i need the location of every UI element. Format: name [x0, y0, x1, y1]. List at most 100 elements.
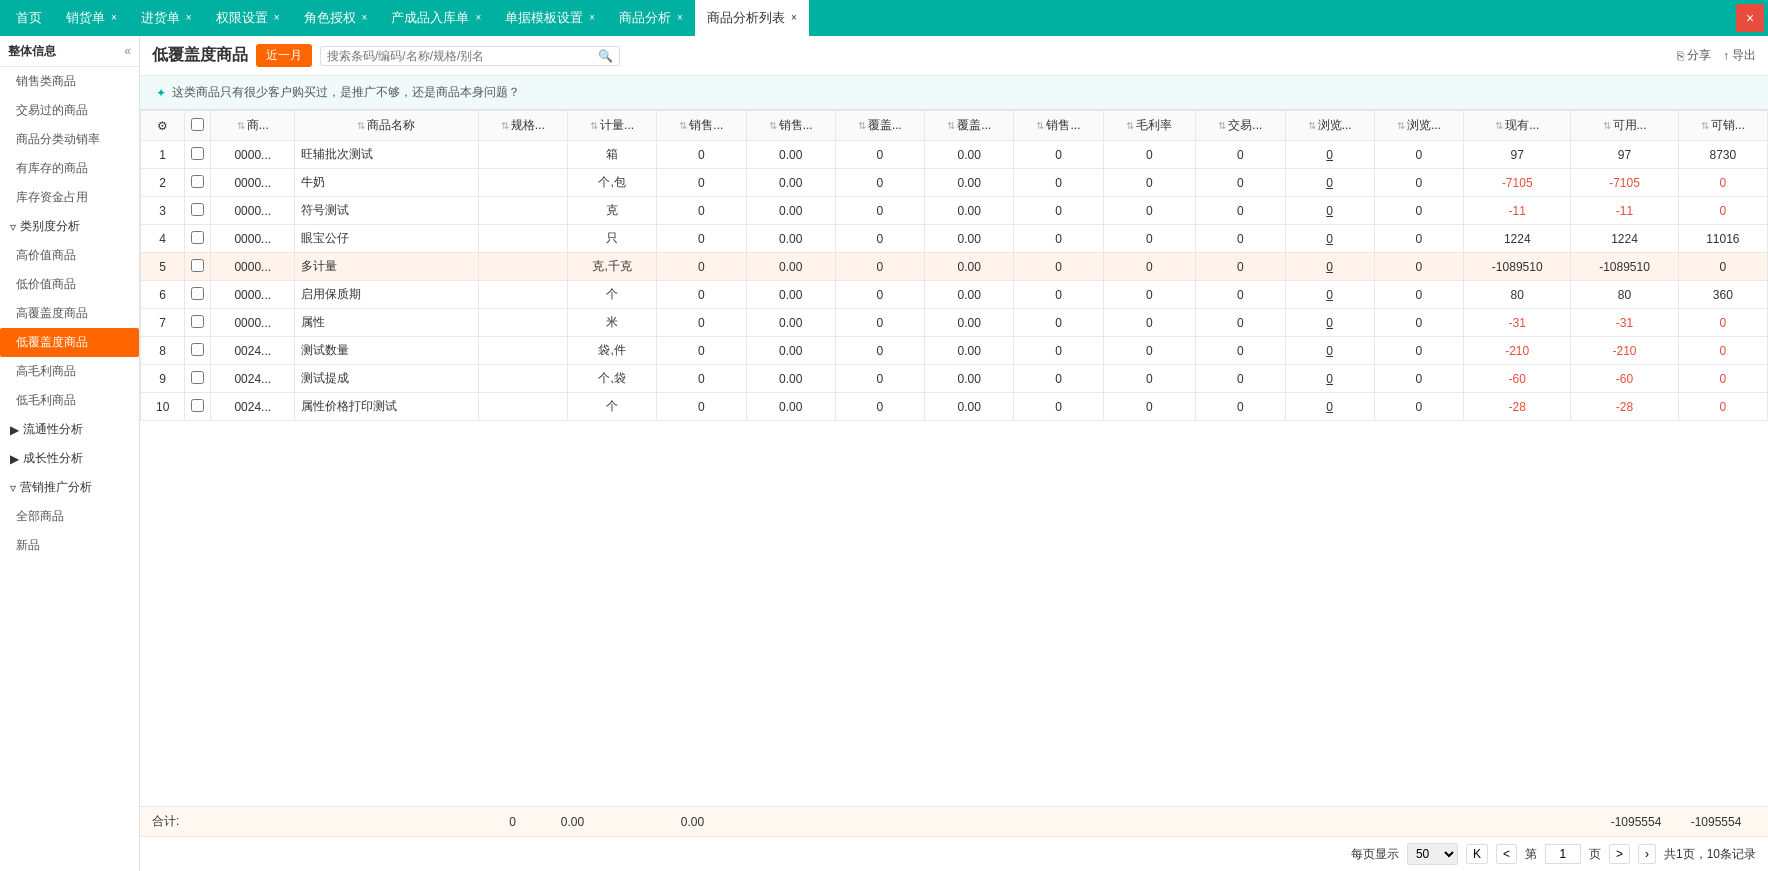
nav-tab-home[interactable]: 首页 — [4, 0, 54, 36]
search-icon[interactable]: 🔍 — [598, 49, 613, 63]
export-button[interactable]: ↑ 导出 — [1723, 47, 1756, 64]
col-name[interactable]: ⇅商品名称 — [295, 111, 479, 141]
col-code[interactable]: ⇅商... — [211, 111, 295, 141]
cell-checkbox[interactable] — [185, 225, 211, 253]
sidebar-section-title: 整体信息 — [8, 43, 56, 60]
sidebar-item-low-value[interactable]: 低价值商品 — [0, 270, 139, 299]
cell-browse1[interactable]: 0 — [1285, 393, 1374, 421]
cell-checkbox[interactable] — [185, 309, 211, 337]
cell-checkbox[interactable] — [185, 141, 211, 169]
sidebar-section-abc[interactable]: ▿ 类别度分析 — [0, 212, 139, 241]
nav-tab-role[interactable]: 角色授权 × — [292, 0, 380, 36]
next-page-button[interactable]: > — [1609, 844, 1630, 864]
cell-browse1[interactable]: 0 — [1285, 225, 1374, 253]
share-button[interactable]: ⎘ 分享 — [1677, 47, 1711, 64]
page-number-input[interactable] — [1545, 844, 1581, 864]
col-coverage1[interactable]: ⇅覆盖... — [835, 111, 924, 141]
row-checkbox[interactable] — [191, 371, 204, 384]
col-browse2[interactable]: ⇅浏览... — [1374, 111, 1463, 141]
cell-browse1[interactable]: 0 — [1285, 365, 1374, 393]
sidebar-section-flow[interactable]: ▶ 流通性分析 — [0, 415, 139, 444]
table-container[interactable]: ⚙ ⇅商... ⇅商品名称 ⇅规格... ⇅计量... ⇅销售... ⇅销售..… — [140, 110, 1768, 806]
col-sales-amount[interactable]: ⇅销售... — [746, 111, 835, 141]
row-checkbox[interactable] — [191, 399, 204, 412]
select-all-checkbox[interactable] — [191, 118, 204, 131]
cell-browse1[interactable]: 0 — [1285, 197, 1374, 225]
cell-browse1[interactable]: 0 — [1285, 253, 1374, 281]
sidebar-item-new-goods[interactable]: 新品 — [0, 531, 139, 560]
col-current-stock[interactable]: ⇅现有... — [1464, 111, 1571, 141]
col-coverage2[interactable]: ⇅覆盖... — [925, 111, 1014, 141]
close-icon[interactable]: × — [791, 0, 797, 36]
col-trade[interactable]: ⇅交易... — [1196, 111, 1285, 141]
row-checkbox[interactable] — [191, 231, 204, 244]
col-unit[interactable]: ⇅计量... — [567, 111, 656, 141]
close-icon[interactable]: × — [274, 0, 280, 36]
sidebar-item-stocked[interactable]: 有库存的商品 — [0, 154, 139, 183]
sidebar-item-all-goods[interactable]: 全部商品 — [0, 502, 139, 531]
per-page-select[interactable]: 50 100 200 — [1407, 843, 1458, 865]
close-icon[interactable]: × — [475, 0, 481, 36]
row-checkbox[interactable] — [191, 203, 204, 216]
cell-checkbox[interactable] — [185, 197, 211, 225]
close-icon[interactable]: × — [589, 0, 595, 36]
cell-browse1[interactable]: 0 — [1285, 281, 1374, 309]
col-spec[interactable]: ⇅规格... — [478, 111, 567, 141]
search-input[interactable] — [327, 49, 594, 63]
sort-icon: ⇅ — [1126, 120, 1134, 131]
nav-tab-permission[interactable]: 权限设置 × — [204, 0, 292, 36]
close-icon[interactable]: × — [111, 0, 117, 36]
cell-browse1[interactable]: 0 — [1285, 141, 1374, 169]
row-checkbox[interactable] — [191, 315, 204, 328]
cell-sales-amount: 0.00 — [746, 337, 835, 365]
settings-icon[interactable]: ⚙ — [157, 119, 168, 133]
total-row: 合计: 0 0.00 0.00 -1095554 -1095554 — [140, 806, 1768, 836]
col-browse1[interactable]: ⇅浏览... — [1285, 111, 1374, 141]
row-checkbox[interactable] — [191, 147, 204, 160]
sidebar-item-traded-goods[interactable]: 交易过的商品 — [0, 96, 139, 125]
sidebar-item-low-coverage[interactable]: 低覆盖度商品 — [0, 328, 139, 357]
cell-checkbox[interactable] — [185, 169, 211, 197]
sidebar-section-promo[interactable]: ▿ 营销推广分析 — [0, 473, 139, 502]
cell-checkbox[interactable] — [185, 393, 211, 421]
nav-tab-analysis[interactable]: 商品分析 × — [607, 0, 695, 36]
window-close-button[interactable]: × — [1736, 4, 1764, 32]
cell-checkbox[interactable] — [185, 337, 211, 365]
col-sales-count[interactable]: ⇅销售... — [657, 111, 746, 141]
sidebar-item-sales-goods[interactable]: 销售类商品 — [0, 67, 139, 96]
nav-tab-purchase[interactable]: 进货单 × — [129, 0, 204, 36]
cell-browse1[interactable]: 0 — [1285, 309, 1374, 337]
cell-checkbox[interactable] — [185, 365, 211, 393]
close-icon[interactable]: × — [677, 0, 683, 36]
cell-checkbox[interactable] — [185, 253, 211, 281]
sidebar-item-high-coverage[interactable]: 高覆盖度商品 — [0, 299, 139, 328]
time-filter-button[interactable]: 近一月 — [256, 44, 312, 67]
row-checkbox[interactable] — [191, 343, 204, 356]
close-icon[interactable]: × — [362, 0, 368, 36]
col-sales-days[interactable]: ⇅销售... — [1014, 111, 1103, 141]
first-page-button[interactable]: K — [1466, 844, 1488, 864]
sidebar-item-high-value[interactable]: 高价值商品 — [0, 241, 139, 270]
close-icon[interactable]: × — [186, 0, 192, 36]
prev-page-button[interactable]: < — [1496, 844, 1517, 864]
nav-tab-template[interactable]: 单据模板设置 × — [493, 0, 607, 36]
cell-checkbox[interactable] — [185, 281, 211, 309]
sidebar-section-growth[interactable]: ▶ 成长性分析 — [0, 444, 139, 473]
row-checkbox[interactable] — [191, 175, 204, 188]
col-sellable[interactable]: ⇅可销... — [1678, 111, 1767, 141]
col-gross-rate[interactable]: ⇅毛利率 — [1103, 111, 1196, 141]
sidebar-item-low-profit[interactable]: 低毛利商品 — [0, 386, 139, 415]
cell-browse1[interactable]: 0 — [1285, 169, 1374, 197]
sidebar-item-high-profit[interactable]: 高毛利商品 — [0, 357, 139, 386]
sidebar-collapse-button[interactable]: « — [120, 40, 135, 62]
last-page-button[interactable]: › — [1638, 844, 1656, 864]
sidebar-item-category-rate[interactable]: 商品分类动销率 — [0, 125, 139, 154]
col-available[interactable]: ⇅可用... — [1571, 111, 1678, 141]
nav-tab-product[interactable]: 产成品入库单 × — [379, 0, 493, 36]
nav-tab-sales[interactable]: 销货单 × — [54, 0, 129, 36]
cell-browse1[interactable]: 0 — [1285, 337, 1374, 365]
row-checkbox[interactable] — [191, 259, 204, 272]
nav-tab-analysis-list[interactable]: 商品分析列表 × — [695, 0, 809, 36]
row-checkbox[interactable] — [191, 287, 204, 300]
sidebar-item-capital[interactable]: 库存资金占用 — [0, 183, 139, 212]
